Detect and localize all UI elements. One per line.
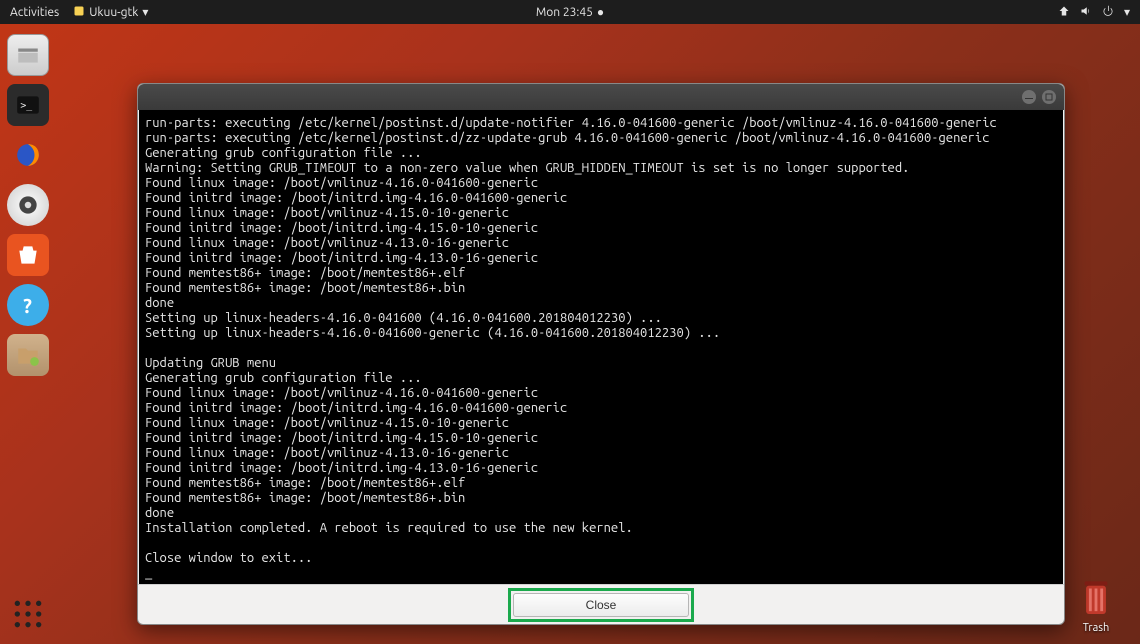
dock-item-help[interactable]: ? — [7, 284, 49, 326]
grid-icon — [12, 598, 44, 630]
network-icon — [1058, 5, 1070, 20]
dock-item-firefox[interactable] — [7, 134, 49, 176]
chevron-down-icon: ▾ — [142, 5, 148, 19]
dot-icon: ● — [597, 5, 604, 19]
trash-label: Trash — [1072, 622, 1120, 634]
maximize-button[interactable] — [1042, 90, 1056, 104]
dialog-titlebar[interactable] — [138, 84, 1064, 110]
ukuu-install-dialog: run-parts: executing /etc/kernel/postins… — [137, 83, 1065, 625]
clock-text: Mon 23:45 — [536, 6, 593, 19]
minimize-button[interactable] — [1022, 90, 1036, 104]
dock-item-folder[interactable] — [7, 334, 49, 376]
svg-text:>_: >_ — [20, 100, 32, 111]
close-button-highlight: Close — [508, 588, 694, 622]
top-panel: Activities Ukuu-gtk ▾ Mon 23:45 ● ▾ — [0, 0, 1140, 24]
power-icon — [1102, 5, 1114, 20]
show-applications-button[interactable] — [12, 598, 44, 630]
terminal-output: run-parts: executing /etc/kernel/postins… — [139, 110, 1063, 584]
dock: >_ ? — [0, 24, 55, 644]
desktop-trash[interactable]: Trash — [1072, 577, 1120, 634]
dock-item-software[interactable] — [7, 234, 49, 276]
app-menu[interactable]: Ukuu-gtk ▾ — [73, 5, 148, 20]
dialog-footer: Close — [138, 584, 1064, 624]
dock-item-files[interactable] — [7, 34, 49, 76]
dock-item-terminal[interactable]: >_ — [7, 84, 49, 126]
dock-item-settings[interactable] — [7, 184, 49, 226]
trash-icon — [1079, 577, 1113, 617]
status-area[interactable]: ▾ — [1058, 5, 1130, 20]
activities-button[interactable]: Activities — [10, 6, 59, 19]
chevron-down-icon: ▾ — [1124, 5, 1130, 19]
clock[interactable]: Mon 23:45 ● — [536, 5, 604, 19]
app-icon — [73, 5, 85, 20]
sound-icon — [1080, 5, 1092, 20]
close-button[interactable]: Close — [513, 593, 689, 617]
app-menu-label: Ukuu-gtk — [89, 6, 138, 19]
